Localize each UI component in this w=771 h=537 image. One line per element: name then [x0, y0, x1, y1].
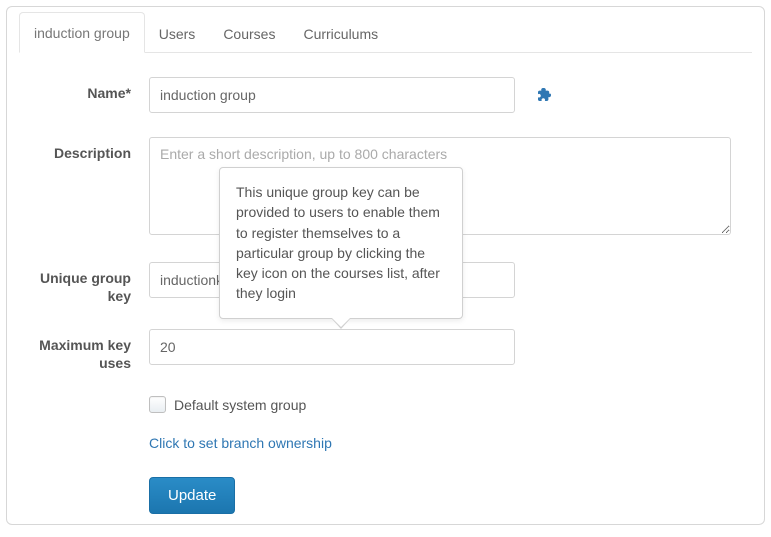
- row-options: Default system group Click to set branch…: [27, 396, 744, 514]
- row-max-uses: Maximum key uses: [27, 329, 744, 372]
- max-uses-input[interactable]: [149, 329, 515, 365]
- max-uses-label: Maximum key uses: [27, 329, 149, 372]
- puzzle-icon[interactable]: [537, 87, 553, 106]
- form-area: Name* Description Unique group key: [19, 53, 752, 514]
- tab-bar: induction group Users Courses Curriculum…: [19, 7, 752, 53]
- checkbox-icon[interactable]: [149, 396, 166, 413]
- name-input[interactable]: [149, 77, 515, 113]
- name-label: Name*: [27, 77, 149, 103]
- tab-induction-group[interactable]: induction group: [19, 12, 145, 53]
- default-group-checkbox-row[interactable]: Default system group: [149, 396, 332, 413]
- tab-courses[interactable]: Courses: [209, 14, 289, 53]
- group-edit-panel: induction group Users Courses Curriculum…: [6, 6, 765, 525]
- branch-ownership-link[interactable]: Click to set branch ownership: [149, 435, 332, 451]
- tab-users[interactable]: Users: [145, 14, 210, 53]
- unique-key-tooltip: This unique group key can be provided to…: [219, 167, 463, 319]
- unique-key-label: Unique group key: [27, 262, 149, 305]
- tab-curriculums[interactable]: Curriculums: [289, 14, 392, 53]
- default-group-label: Default system group: [174, 397, 306, 413]
- description-label: Description: [27, 137, 149, 163]
- tooltip-text: This unique group key can be provided to…: [236, 184, 440, 301]
- row-name: Name*: [27, 77, 744, 113]
- options-spacer: [27, 396, 149, 404]
- update-button[interactable]: Update: [149, 477, 235, 514]
